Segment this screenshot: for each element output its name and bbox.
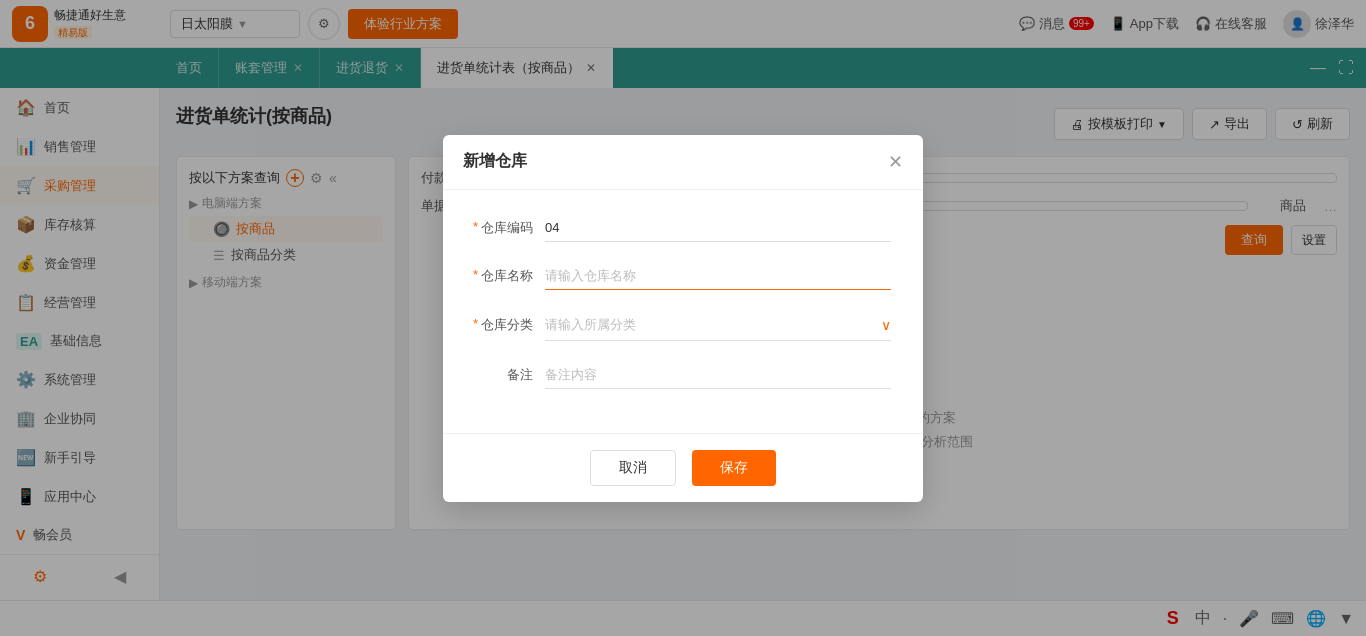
form-row-code: 仓库编码 xyxy=(475,214,891,242)
modal-title: 新增仓库 xyxy=(463,151,527,172)
add-warehouse-modal: 新增仓库 ✕ 仓库编码 仓库名称 仓库分类 请输入所属分类 ∨ xyxy=(443,135,923,502)
modal-footer: 取消 保存 xyxy=(443,433,923,502)
modal-header: 新增仓库 ✕ xyxy=(443,135,923,190)
remark-input[interactable] xyxy=(545,361,891,389)
form-row-name: 仓库名称 xyxy=(475,262,891,290)
category-select[interactable]: 请输入所属分类 ∨ xyxy=(545,310,891,341)
form-row-category: 仓库分类 请输入所属分类 ∨ xyxy=(475,310,891,341)
category-placeholder: 请输入所属分类 xyxy=(545,316,881,334)
code-input[interactable] xyxy=(545,214,891,242)
cancel-button[interactable]: 取消 xyxy=(590,450,676,486)
modal-body: 仓库编码 仓库名称 仓库分类 请输入所属分类 ∨ 备注 xyxy=(443,190,923,433)
name-label: 仓库名称 xyxy=(475,267,545,285)
modal-backdrop: 新增仓库 ✕ 仓库编码 仓库名称 仓库分类 请输入所属分类 ∨ xyxy=(0,0,1366,636)
code-label: 仓库编码 xyxy=(475,219,545,237)
category-label: 仓库分类 xyxy=(475,316,545,334)
form-row-remark: 备注 xyxy=(475,361,891,389)
name-input[interactable] xyxy=(545,262,891,290)
modal-close-icon[interactable]: ✕ xyxy=(888,151,903,173)
category-arrow-icon: ∨ xyxy=(881,317,891,333)
save-button[interactable]: 保存 xyxy=(692,450,776,486)
remark-label: 备注 xyxy=(475,366,545,384)
